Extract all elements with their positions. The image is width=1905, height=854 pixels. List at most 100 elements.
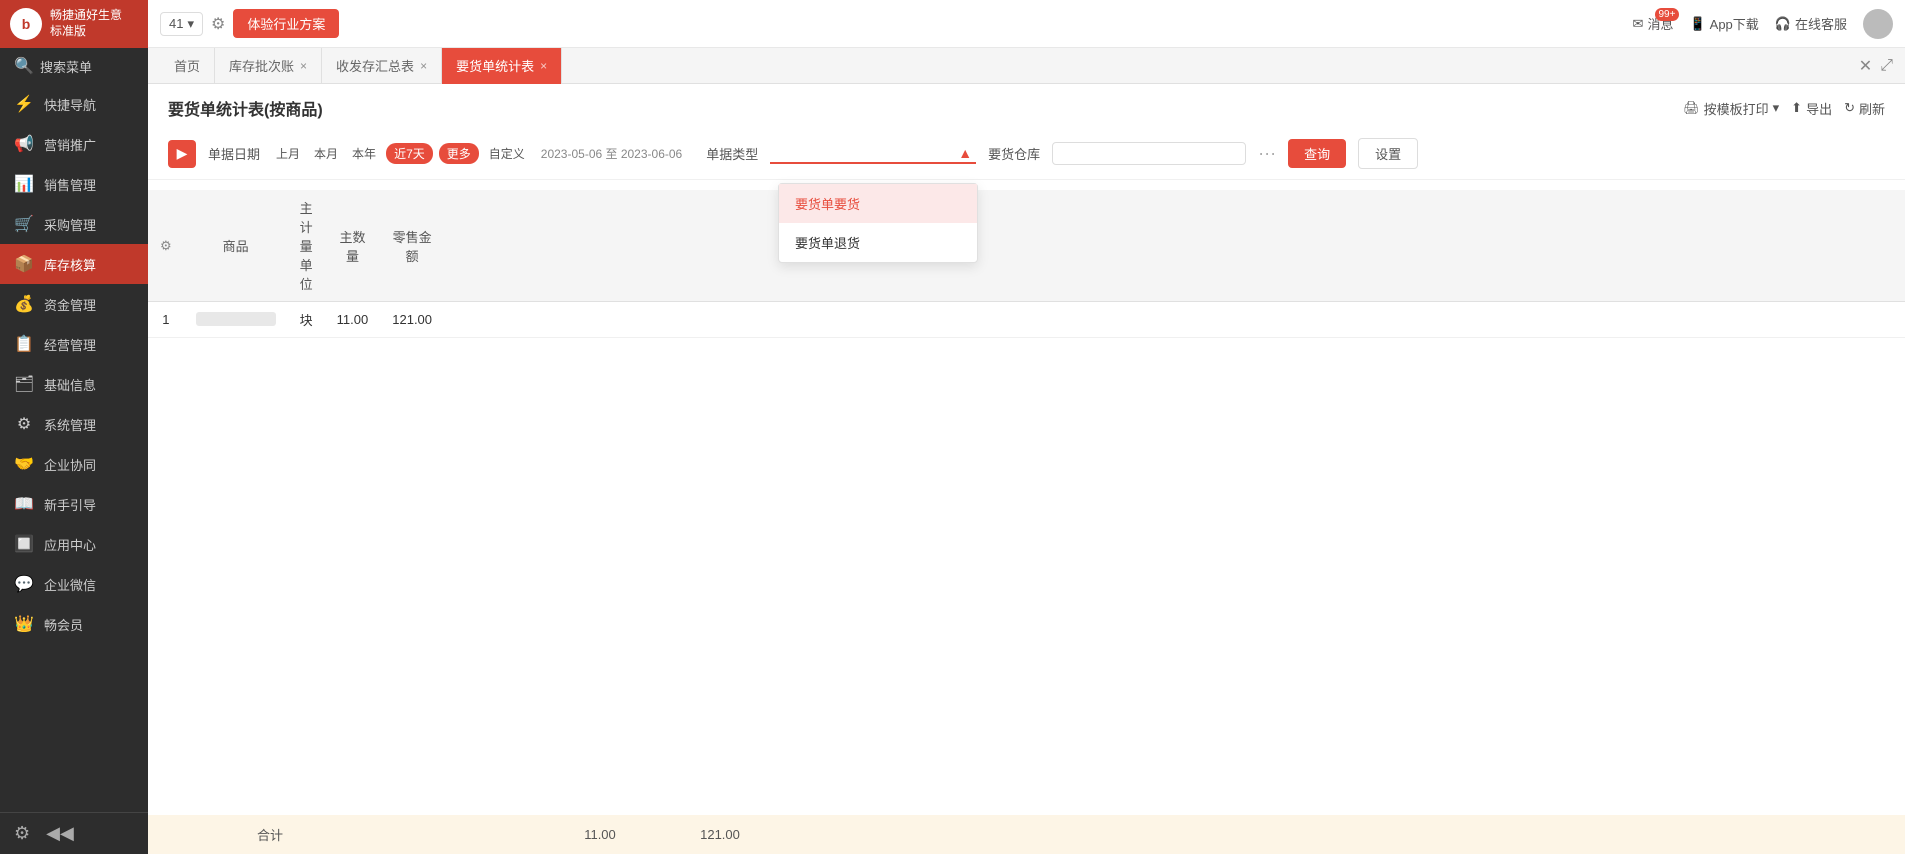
footer-label: 合计: [160, 825, 380, 844]
app-download-label: App下载: [1710, 14, 1759, 33]
product-name-placeholder: ██████: [196, 312, 276, 326]
data-table: ⚙ 商品 主计量单位 主数量 零售金额 1 ██████: [148, 190, 1905, 338]
sidebar-item-finance[interactable]: 💰 资金管理: [0, 284, 148, 324]
filter-expand-btn[interactable]: ▶: [168, 140, 196, 168]
sidebar-item-enterprise[interactable]: 🤝 企业协同: [0, 444, 148, 484]
system-icon: ⚙: [14, 414, 34, 434]
expand-icon[interactable]: ⤢: [1880, 57, 1893, 75]
app-download-btn[interactable]: 📱 App下载: [1689, 14, 1758, 33]
table-header: ⚙ 商品 主计量单位 主数量 零售金额: [148, 190, 1905, 302]
sidebar-item-inventory[interactable]: 📦 库存核算: [0, 244, 148, 284]
sidebar-item-appstore[interactable]: 🔲 应用中心: [0, 524, 148, 564]
tab-inventory-batch[interactable]: 库存批次账 ×: [215, 48, 322, 84]
sidebar: b 畅捷通好生意 标准版 🔍 搜索菜单 ⚡ 快捷导航 📢 营销推广 📊 销售管理…: [0, 0, 148, 854]
expand-filter-icon: ▶: [177, 145, 188, 162]
col-product: 商品: [184, 190, 288, 302]
tab-close-collection[interactable]: ×: [420, 59, 427, 73]
date-btn-this-year[interactable]: 本年: [348, 143, 380, 164]
sidebar-search[interactable]: 🔍 搜索菜单: [0, 48, 148, 84]
refresh-btn[interactable]: ↻ 刷新: [1844, 99, 1885, 118]
sidebar-item-basic[interactable]: 🗂 基础信息: [0, 364, 148, 404]
avatar[interactable]: [1863, 9, 1893, 39]
tab-order-stats[interactable]: 要货单统计表 ×: [442, 48, 562, 84]
sidebar-item-quicknav[interactable]: ⚡ 快捷导航: [0, 84, 148, 124]
col-quantity: 主数量: [325, 190, 381, 302]
cell-extra: [444, 302, 1905, 338]
col-amount: 零售金额: [380, 190, 444, 302]
sidebar-scroll: 🔍 搜索菜单 ⚡ 快捷导航 📢 营销推广 📊 销售管理 🛒 采购管理 📦 库存核…: [0, 48, 148, 812]
tab-home[interactable]: 首页: [160, 48, 215, 84]
sidebar-item-sales[interactable]: 📊 销售管理: [0, 164, 148, 204]
tabbar: 首页 库存批次账 × 收发存汇总表 × 要货单统计表 × ✕ ⤢: [148, 48, 1905, 84]
sidebar-item-guide[interactable]: 📖 新手引导: [0, 484, 148, 524]
sidebar-header: b 畅捷通好生意 标准版: [0, 0, 148, 48]
headset-icon: 🎧: [1775, 16, 1791, 32]
footer-quantity: 11.00: [540, 827, 660, 842]
query-btn[interactable]: 查询: [1288, 139, 1346, 168]
type-select-arrow[interactable]: ▲: [954, 145, 976, 161]
appstore-icon: 🔲: [14, 534, 34, 554]
sidebar-item-purchase[interactable]: 🛒 采购管理: [0, 204, 148, 244]
dropdown-item-return[interactable]: 要货单退货: [779, 223, 977, 262]
collapse-btn[interactable]: ◀◀: [46, 823, 74, 844]
cell-quantity: 11.00: [325, 302, 381, 338]
page-title: 要货单统计表(按商品): [168, 96, 323, 120]
print-btn[interactable]: 🖨 按模板打印 ▾: [1683, 99, 1779, 118]
gear-icon[interactable]: ⚙: [211, 14, 225, 34]
more-filter-btn[interactable]: ···: [1258, 143, 1276, 164]
type-dropdown: 要货单要货 要货单退货: [778, 183, 978, 263]
date-btn-recent7[interactable]: 近7天: [386, 143, 433, 164]
sidebar-logo: b: [10, 8, 42, 40]
mobile-icon: 📱: [1689, 16, 1705, 32]
sidebar-item-wechat[interactable]: 💬 企业微信: [0, 564, 148, 604]
chevron-down-icon: ▾: [1773, 100, 1780, 116]
main-area: 41 ▾ ⚙ 体验行业方案 ✉ 消息 99+ 📱 App下载 🎧 在线客服: [148, 0, 1905, 854]
print-icon: 🖨: [1683, 100, 1700, 116]
page-content: 要货单统计表(按商品) 🖨 按模板打印 ▾ ⬆ 导出 ↻ 刷新: [148, 84, 1905, 854]
warehouse-filter-label: 要货仓库: [988, 144, 1040, 163]
export-icon: ⬆: [1791, 100, 1802, 116]
footer-amount: 121.00: [660, 827, 780, 842]
sidebar-item-operations[interactable]: 📋 经营管理: [0, 324, 148, 364]
tab-close-inventory-batch[interactable]: ×: [300, 59, 307, 73]
tab-close-order-stats[interactable]: ×: [540, 59, 547, 73]
store-selector[interactable]: 41 ▾: [160, 12, 203, 36]
date-shortcuts: 上月 本月 本年 近7天 更多 自定义: [272, 143, 529, 164]
cell-unit: 块: [288, 302, 325, 338]
type-select-wrapper[interactable]: ▲: [770, 143, 976, 164]
close-all-icon[interactable]: ✕: [1859, 56, 1872, 76]
sidebar-item-marketing[interactable]: 📢 营销推广: [0, 124, 148, 164]
cell-index: 1: [148, 302, 184, 338]
type-filter-label: 单据类型: [706, 144, 758, 163]
settings-btn[interactable]: 设置: [1358, 138, 1418, 169]
industry-btn[interactable]: 体验行业方案: [233, 9, 339, 38]
warehouse-input[interactable]: [1052, 142, 1246, 165]
wechat-icon: 💬: [14, 574, 34, 594]
table-body: 1 ██████ 块 11.00 121.00: [148, 302, 1905, 338]
online-service-btn[interactable]: 🎧 在线客服: [1775, 14, 1847, 33]
table-row: 1 ██████ 块 11.00 121.00: [148, 302, 1905, 338]
date-btn-last-month[interactable]: 上月: [272, 143, 304, 164]
sidebar-item-system[interactable]: ⚙ 系统管理: [0, 404, 148, 444]
date-btn-custom[interactable]: 自定义: [485, 143, 529, 164]
date-filter-label: 单据日期: [208, 144, 260, 163]
basic-icon: 🗂: [14, 374, 34, 394]
date-btn-this-month[interactable]: 本月: [310, 143, 342, 164]
marketing-icon: 📢: [14, 134, 34, 154]
page-header: 要货单统计表(按商品) 🖨 按模板打印 ▾ ⬆ 导出 ↻ 刷新: [148, 84, 1905, 128]
message-icon: ✉: [1633, 16, 1644, 32]
tab-collection[interactable]: 收发存汇总表 ×: [322, 48, 442, 84]
export-btn[interactable]: ⬆ 导出: [1791, 99, 1832, 118]
type-select-input[interactable]: [770, 143, 954, 162]
topbar-left: 41 ▾ ⚙ 体验行业方案: [160, 9, 1623, 38]
table-settings-icon[interactable]: ⚙: [160, 238, 172, 253]
chevron-down-icon: ▾: [187, 16, 194, 32]
page-actions: 🖨 按模板打印 ▾ ⬆ 导出 ↻ 刷新: [1683, 99, 1885, 118]
settings-footer-btn[interactable]: ⚙: [14, 823, 30, 844]
dropdown-item-order[interactable]: 要货单要货: [779, 184, 977, 223]
col-index: ⚙: [148, 190, 184, 302]
sidebar-item-member[interactable]: 👑 畅会员: [0, 604, 148, 644]
table-wrapper: ⚙ 商品 主计量单位 主数量 零售金额 1 ██████: [148, 180, 1905, 348]
date-btn-more[interactable]: 更多: [439, 143, 479, 164]
messages-btn[interactable]: ✉ 消息 99+: [1633, 14, 1674, 33]
